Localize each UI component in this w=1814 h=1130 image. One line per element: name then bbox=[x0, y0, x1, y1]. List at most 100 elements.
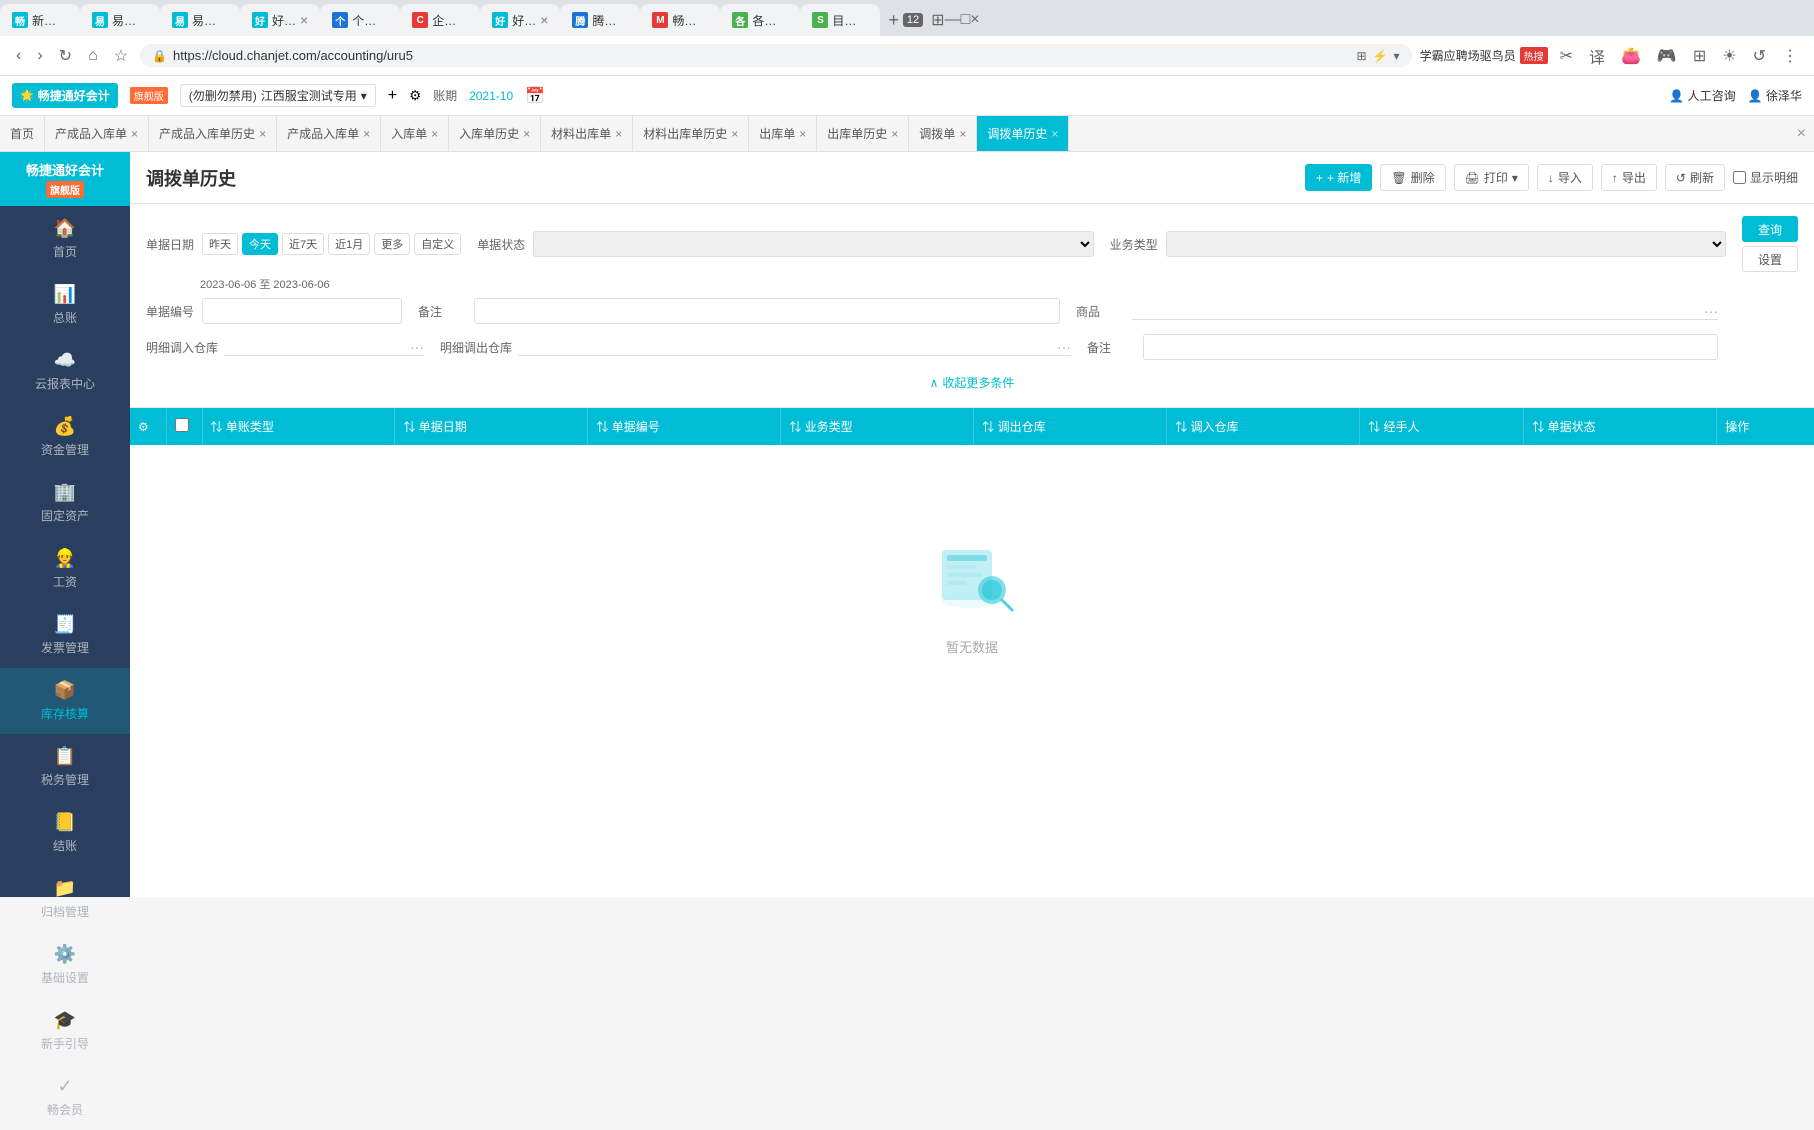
tab-close-transfer-hist[interactable]: × bbox=[1051, 127, 1058, 141]
date-btn-more[interactable]: 更多 bbox=[374, 233, 410, 255]
business-type-select[interactable] bbox=[1166, 231, 1726, 257]
forward-button[interactable]: › bbox=[33, 43, 46, 69]
goods-more-icon[interactable]: ··· bbox=[1704, 303, 1718, 319]
sidebar-item-tax[interactable]: 📋 税务管理 bbox=[0, 734, 130, 800]
user-menu[interactable]: 👤 徐泽华 bbox=[1748, 87, 1802, 104]
new-tab-button[interactable]: + bbox=[888, 10, 899, 31]
tab-close-in[interactable]: × bbox=[431, 127, 438, 141]
browser-tab-1[interactable]: 畅 新… bbox=[0, 4, 80, 36]
tab-close-out-hist[interactable]: × bbox=[891, 127, 898, 141]
browser-tab-11[interactable]: S 目… bbox=[800, 4, 880, 36]
remark-input[interactable] bbox=[474, 298, 1060, 324]
th-handler[interactable]: ⇅ 经手人 bbox=[1360, 408, 1524, 445]
add-company-button[interactable]: + bbox=[388, 87, 397, 105]
tab-close-4[interactable]: × bbox=[300, 12, 308, 28]
th-out-warehouse[interactable]: ⇅ 调出仓库 bbox=[974, 408, 1167, 445]
scissors-button[interactable]: ✂ bbox=[1556, 42, 1577, 70]
delete-button[interactable]: 🗑 删除 bbox=[1380, 164, 1445, 191]
print-button[interactable]: 🖨 打印 ▾ bbox=[1454, 164, 1529, 191]
show-toggle-checkbox[interactable] bbox=[1733, 171, 1746, 184]
page-tab-prod-in-hist[interactable]: 产成品入库单历史 × bbox=[149, 116, 277, 152]
browser-tab-3[interactable]: 易 易… bbox=[160, 4, 240, 36]
date-btn-yesterday[interactable]: 昨天 bbox=[202, 233, 238, 255]
export-button[interactable]: ↑ 导出 bbox=[1601, 164, 1657, 191]
refresh-button[interactable]: ↺ 刷新 bbox=[1665, 164, 1725, 191]
tab-close-in-hist[interactable]: × bbox=[523, 127, 530, 141]
company-selector[interactable]: (勿删勿禁用) 江西服宝测试专用 ▾ bbox=[180, 84, 376, 107]
menu-button[interactable]: ⋮ bbox=[1778, 42, 1802, 70]
sidebar-item-ledger[interactable]: 📊 总账 bbox=[0, 272, 130, 338]
star-button[interactable]: ☆ bbox=[110, 42, 132, 70]
translate-button[interactable]: 译 bbox=[1585, 40, 1609, 72]
page-tab-in[interactable]: 入库单 × bbox=[381, 116, 449, 152]
grid-button[interactable]: ⊞ bbox=[1689, 42, 1710, 70]
import-button[interactable]: ↓ 导入 bbox=[1537, 164, 1593, 191]
maximize-button[interactable]: □ bbox=[961, 11, 971, 29]
sidebar-item-guide[interactable]: 🎓 新手引导 bbox=[0, 998, 130, 1064]
history-undo-button[interactable]: ↺ bbox=[1749, 42, 1770, 70]
tab-close-7[interactable]: × bbox=[540, 12, 548, 28]
tabs-close-all[interactable]: × bbox=[1797, 125, 1806, 143]
refresh-button[interactable]: ↻ bbox=[55, 42, 76, 70]
th-in-warehouse[interactable]: ⇅ 调入仓库 bbox=[1167, 408, 1360, 445]
doc-num-input[interactable] bbox=[202, 298, 402, 324]
add-button[interactable]: + + 新增 bbox=[1305, 164, 1372, 191]
tab-close-prod-in2[interactable]: × bbox=[363, 127, 370, 141]
detail-in-more-icon[interactable]: ··· bbox=[410, 339, 424, 355]
browser-tab-8[interactable]: 腾 腾… bbox=[560, 4, 640, 36]
sidebar-item-salary[interactable]: 👷 工资 bbox=[0, 536, 130, 602]
theme-button[interactable]: ☀ bbox=[1718, 42, 1740, 70]
wallet-button[interactable]: 👛 bbox=[1617, 42, 1645, 70]
page-tab-out[interactable]: 出库单 × bbox=[749, 116, 817, 152]
show-toggle[interactable]: 显示明细 bbox=[1733, 169, 1798, 186]
browser-tab-7[interactable]: 好 好… × bbox=[480, 4, 560, 36]
query-button[interactable]: 查询 bbox=[1742, 216, 1798, 242]
minimize-button[interactable]: — bbox=[945, 11, 961, 29]
browser-tab-9[interactable]: M 畅… bbox=[640, 4, 720, 36]
page-tab-mat-out-hist[interactable]: 材料出库单历史 × bbox=[633, 116, 749, 152]
sidebar-item-basic-settings[interactable]: ⚙️ 基础设置 bbox=[0, 932, 130, 998]
browser-tab-4[interactable]: 好 好… × bbox=[240, 4, 320, 36]
page-tab-out-hist[interactable]: 出库单历史 × bbox=[817, 116, 909, 152]
settings-gear-button[interactable]: ⚙ bbox=[409, 88, 421, 104]
back-button[interactable]: ‹ bbox=[12, 43, 25, 69]
support-link[interactable]: 👤 人工咨询 bbox=[1669, 87, 1735, 104]
tab-more-button[interactable]: ⊞ bbox=[931, 10, 944, 30]
filter-settings-button[interactable]: 设置 bbox=[1742, 246, 1798, 272]
tab-close-mat-out-hist[interactable]: × bbox=[731, 127, 738, 141]
status-select[interactable] bbox=[533, 231, 1093, 257]
page-tab-in-hist[interactable]: 入库单历史 × bbox=[449, 116, 541, 152]
page-tab-prod-in[interactable]: 产成品入库单 × bbox=[45, 116, 149, 152]
collapse-button[interactable]: ∧ 收起更多条件 bbox=[146, 370, 1798, 395]
page-tab-home[interactable]: 首页 bbox=[0, 116, 45, 152]
page-tab-transfer[interactable]: 调拨单 × bbox=[909, 116, 977, 152]
date-btn-custom[interactable]: 自定义 bbox=[414, 233, 461, 255]
remark2-input[interactable] bbox=[1143, 334, 1718, 360]
th-biz-type[interactable]: ⇅ 业务类型 bbox=[781, 408, 974, 445]
browser-tab-2[interactable]: 易 易… bbox=[80, 4, 160, 36]
page-tab-mat-out[interactable]: 材料出库单 × bbox=[541, 116, 633, 152]
th-doc-date[interactable]: ⇅ 单据日期 bbox=[395, 408, 588, 445]
date-btn-7days[interactable]: 近7天 bbox=[282, 233, 324, 255]
sidebar-item-closing[interactable]: 📒 结账 bbox=[0, 800, 130, 866]
date-btn-today[interactable]: 今天 bbox=[242, 233, 278, 255]
th-doc-status[interactable]: ⇅ 单据状态 bbox=[1524, 408, 1717, 445]
url-box[interactable]: 🔒 https://cloud.chanjet.com/accounting/u… bbox=[140, 44, 1411, 67]
game-button[interactable]: 🎮 bbox=[1653, 42, 1681, 70]
detail-out-more-icon[interactable]: ··· bbox=[1057, 339, 1071, 355]
th-settings[interactable]: ⚙ bbox=[130, 408, 166, 445]
select-all-checkbox[interactable] bbox=[175, 418, 189, 432]
tab-close-prod-in-hist[interactable]: × bbox=[259, 127, 266, 141]
sidebar-item-inventory[interactable]: 📦 库存核算 bbox=[0, 668, 130, 734]
sidebar-item-funds[interactable]: 💰 资金管理 bbox=[0, 404, 130, 470]
browser-tab-6[interactable]: C 企… bbox=[400, 4, 480, 36]
sidebar-item-member[interactable]: ✓ 畅会员 bbox=[0, 1064, 130, 1130]
th-checkbox[interactable] bbox=[166, 408, 202, 445]
browser-tab-10[interactable]: 各 各… bbox=[720, 4, 800, 36]
calendar-icon[interactable]: 📅 bbox=[525, 86, 545, 106]
sidebar-item-reports[interactable]: ☁️ 云报表中心 bbox=[0, 338, 130, 404]
tab-close-mat-out[interactable]: × bbox=[615, 127, 622, 141]
page-tab-transfer-hist[interactable]: 调拨单历史 × bbox=[977, 116, 1069, 152]
home-button[interactable]: ⌂ bbox=[84, 43, 102, 69]
date-btn-1month[interactable]: 近1月 bbox=[328, 233, 370, 255]
